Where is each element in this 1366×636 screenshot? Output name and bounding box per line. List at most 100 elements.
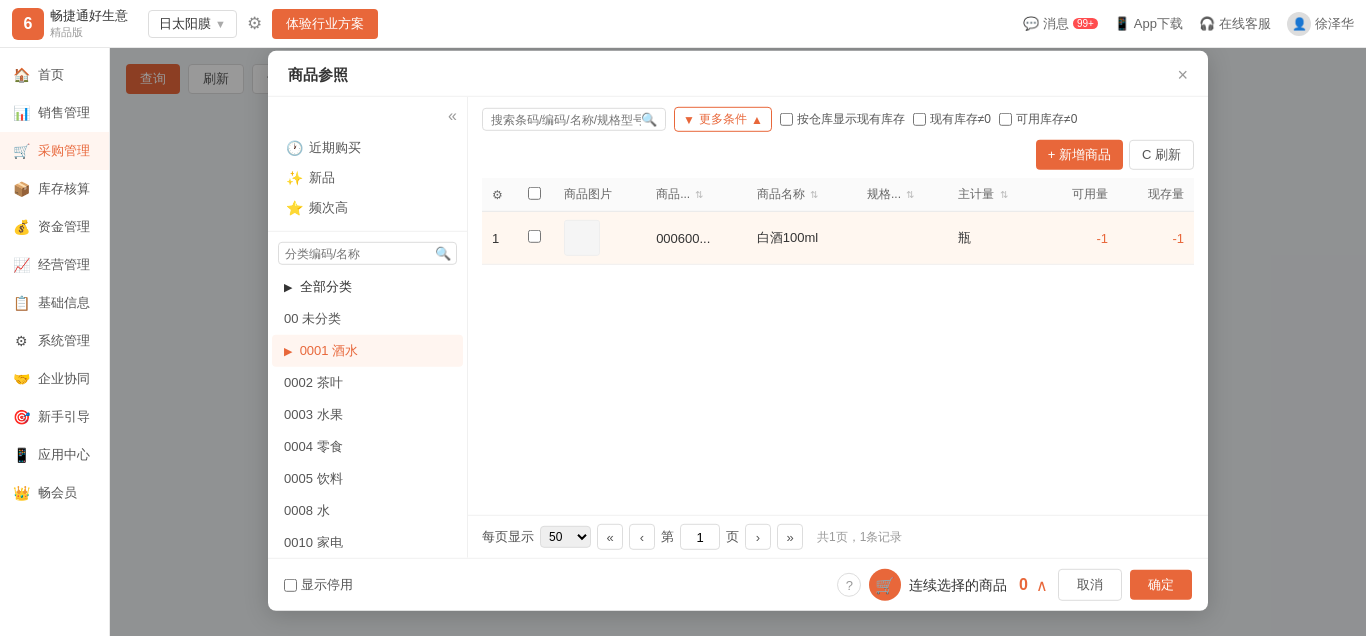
nav-right: 💬 消息 99+ 📱 App下载 🎧 在线客服 👤 徐泽华 (1023, 12, 1354, 36)
refresh-btn[interactable]: C 刷新 (1129, 140, 1194, 170)
nav-selector[interactable]: 日太阳膜 ▼ (148, 10, 237, 38)
footer-collapse-icon[interactable]: ∧ (1036, 575, 1048, 594)
row-select-checkbox[interactable] (528, 230, 541, 243)
col-unit[interactable]: 主计量 ⇅ (948, 178, 1042, 212)
main-content: 查询 刷新 设置 商品参照 × « (110, 48, 1366, 636)
show-disabled-input[interactable] (284, 578, 297, 591)
sidebar-item-purchase[interactable]: 🛒 采购管理 (0, 132, 109, 170)
frequent-icon: ⭐ (286, 200, 303, 216)
add-product-btn[interactable]: + 新增商品 (1036, 140, 1123, 170)
page-number-input[interactable] (680, 524, 720, 550)
sidebar-item-member[interactable]: 👑 畅会员 (0, 474, 109, 512)
show-disabled-checkbox[interactable]: 显示停用 (284, 576, 353, 594)
product-search-input[interactable] (491, 112, 641, 126)
home-icon: 🏠 (12, 66, 30, 84)
col-code[interactable]: 商品... ⇅ (646, 178, 747, 212)
checkbox-stock-nonzero[interactable]: 现有库存≠0 (913, 111, 991, 128)
checkbox-available-input[interactable] (999, 113, 1012, 126)
search-submit-icon[interactable]: 🔍 (641, 112, 657, 127)
guide-icon: 🎯 (12, 408, 30, 426)
search-classify[interactable]: 🔍 (278, 242, 457, 265)
system-icon: ⚙ (12, 332, 30, 350)
app-center-icon: 📱 (12, 446, 30, 464)
classify-beverage[interactable]: 0005 饮料 (272, 463, 463, 495)
classify-search-icon[interactable]: 🔍 (435, 246, 451, 261)
sidebar-item-inventory[interactable]: 📦 库存核算 (0, 170, 109, 208)
logo-area: 6 畅捷通好生意 精品版 (12, 7, 128, 40)
selected-num: 0 (1019, 575, 1028, 592)
prev-page-btn[interactable]: ‹ (629, 524, 655, 550)
app-download-btn[interactable]: 📱 App下载 (1114, 15, 1183, 33)
classify-appliance[interactable]: 0010 家电 (272, 527, 463, 548)
classify-search-input[interactable] (285, 246, 435, 260)
filter-btn[interactable]: ▼ 更多条件 ▲ (674, 107, 772, 132)
row-name: 白酒100ml (747, 211, 857, 264)
sidebar-item-sales[interactable]: 📊 销售管理 (0, 94, 109, 132)
left-panel: « 🕐 近期购买 ✨ 新品 ⭐ 频 (268, 97, 468, 558)
sidebar-item-enterprise[interactable]: 🤝 企业协同 (0, 360, 109, 398)
quick-recent[interactable]: 🕐 近期购买 (278, 133, 457, 163)
gear-icon[interactable]: ⚙ (247, 13, 262, 34)
row-index: 1 (482, 211, 518, 264)
sidebar-item-home[interactable]: 🏠 首页 (0, 56, 109, 94)
product-table: ⚙ 商品图片 商品... ⇅ 商品名称 ⇅ 规格... ⇅ 主计量 ⇅ 可用量 … (482, 178, 1194, 265)
classify-tea[interactable]: 0002 茶叶 (272, 367, 463, 399)
sidebar-item-system[interactable]: ⚙ 系统管理 (0, 322, 109, 360)
sidebar-item-app-center[interactable]: 📱 应用中心 (0, 436, 109, 474)
last-page-btn[interactable]: » (777, 524, 803, 550)
experience-btn[interactable]: 体验行业方案 (272, 9, 378, 39)
cancel-btn[interactable]: 取消 (1058, 569, 1122, 601)
inventory-icon: 📦 (12, 180, 30, 198)
checkbox-warehouse-input[interactable] (780, 113, 793, 126)
search-bar[interactable]: 🔍 (482, 108, 666, 131)
new-icon: ✨ (286, 170, 303, 186)
sidebar-item-basic-info[interactable]: 📋 基础信息 (0, 284, 109, 322)
sidebar-item-finance[interactable]: 💰 资金管理 (0, 208, 109, 246)
cart-symbol: 🛒 (875, 575, 895, 594)
classify-water[interactable]: 0008 水 (272, 495, 463, 527)
headset-icon: 🎧 (1199, 16, 1215, 31)
user-avatar[interactable]: 👤 徐泽华 (1287, 12, 1354, 36)
row-checkbox[interactable] (518, 211, 554, 264)
first-page-btn[interactable]: « (597, 524, 623, 550)
next-page-btn[interactable]: › (745, 524, 771, 550)
recent-icon: 🕐 (286, 140, 303, 156)
enterprise-icon: 🤝 (12, 370, 30, 388)
cart-icon[interactable]: 🛒 (869, 569, 901, 601)
sidebar-item-operation[interactable]: 📈 经营管理 (0, 246, 109, 284)
dialog-close-btn[interactable]: × (1177, 65, 1188, 86)
col-settings[interactable]: ⚙ (482, 178, 518, 212)
msg-btn[interactable]: 💬 消息 99+ (1023, 15, 1098, 33)
layout: 🏠 首页 📊 销售管理 🛒 采购管理 📦 库存核算 💰 资金管理 📈 经营管理 … (0, 48, 1366, 636)
classify-fruit[interactable]: 0003 水果 (272, 399, 463, 431)
help-icon[interactable]: ? (837, 573, 861, 597)
checkbox-available-nonzero[interactable]: 可用库存≠0 (999, 111, 1077, 128)
table-row[interactable]: 1 000600... 白酒100ml 瓶 -1 (482, 211, 1194, 264)
left-panel-top: « (268, 107, 467, 133)
collapse-left-btn[interactable]: « (448, 107, 457, 125)
sidebar-item-guide[interactable]: 🎯 新手引导 (0, 398, 109, 436)
sidebar: 🏠 首页 📊 销售管理 🛒 采购管理 📦 库存核算 💰 资金管理 📈 经营管理 … (0, 48, 110, 636)
select-all-checkbox[interactable] (528, 186, 541, 199)
filter-arrow-icon: ▲ (751, 112, 763, 126)
filter-icon: ▼ (683, 112, 695, 126)
product-table-wrap: ⚙ 商品图片 商品... ⇅ 商品名称 ⇅ 规格... ⇅ 主计量 ⇅ 可用量 … (468, 178, 1208, 515)
row-spec (857, 211, 948, 264)
footer-left: 显示停用 (284, 576, 353, 594)
dialog-header: 商品参照 × (268, 51, 1208, 97)
quick-new[interactable]: ✨ 新品 (278, 163, 457, 193)
page-size-select[interactable]: 50 10 20 100 (540, 526, 591, 548)
classify-arrow-all: ▶ (284, 281, 292, 294)
col-spec[interactable]: 规格... ⇅ (857, 178, 948, 212)
quick-frequent[interactable]: ⭐ 频次高 (278, 193, 457, 223)
classify-unclassified[interactable]: 00 未分类 (272, 303, 463, 335)
checkbox-stock-input[interactable] (913, 113, 926, 126)
avatar-icon: 👤 (1287, 12, 1311, 36)
classify-liquor[interactable]: ▶ 0001 酒水 (272, 335, 463, 367)
checkbox-by-warehouse[interactable]: 按仓库显示现有库存 (780, 111, 905, 128)
col-name[interactable]: 商品名称 ⇅ (747, 178, 857, 212)
classify-snack[interactable]: 0004 零食 (272, 431, 463, 463)
classify-all[interactable]: ▶ 全部分类 (272, 271, 463, 303)
confirm-btn[interactable]: 确定 (1130, 570, 1192, 600)
service-btn[interactable]: 🎧 在线客服 (1199, 15, 1271, 33)
